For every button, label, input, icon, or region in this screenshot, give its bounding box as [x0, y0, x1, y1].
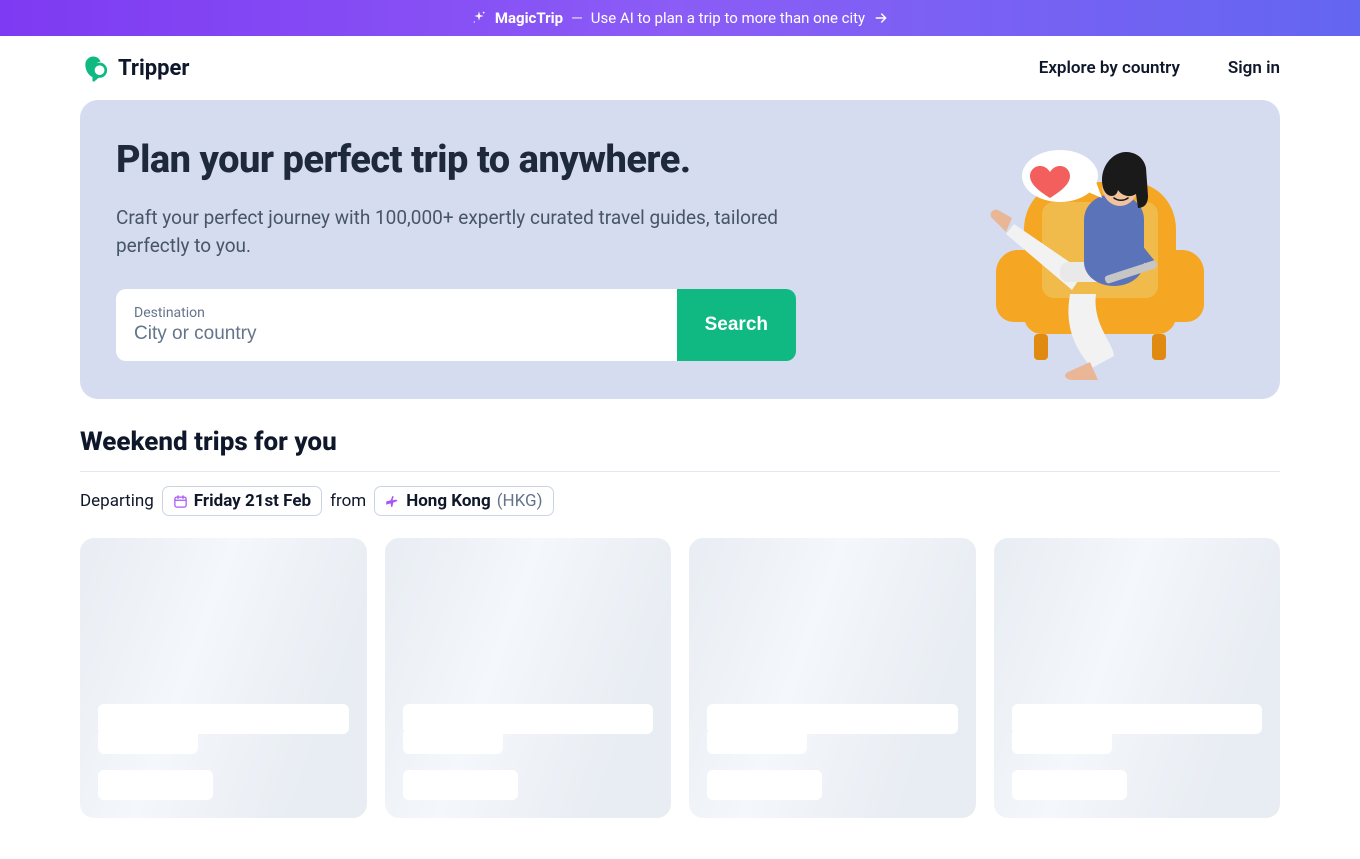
plane-icon [385, 494, 400, 509]
skeleton-line [1012, 732, 1112, 754]
nav-explore[interactable]: Explore by country [1039, 58, 1180, 78]
hero: Plan your perfect trip to anywhere. Craf… [80, 100, 1280, 399]
filter-row: Departing Friday 21st Feb from Hong Kong… [80, 486, 1280, 516]
date-pill[interactable]: Friday 21st Feb [162, 486, 322, 516]
trip-card-skeleton [994, 538, 1281, 818]
search-row: Destination Search [116, 289, 796, 361]
weekend-trips-section: Weekend trips for you Departing Friday 2… [80, 427, 1280, 818]
calendar-icon [173, 494, 188, 509]
banner-text: Use AI to plan a trip to more than one c… [591, 9, 865, 27]
skeleton-line [98, 704, 349, 734]
skeleton-line [707, 704, 958, 734]
skeleton-line [403, 770, 518, 800]
location-code: (HKG) [497, 491, 543, 511]
skeleton-line [707, 732, 807, 754]
banner-separator: — [571, 9, 583, 27]
nav: Explore by country Sign in [1039, 58, 1280, 78]
skeleton-line [1012, 770, 1127, 800]
trip-card-skeleton [80, 538, 367, 818]
destination-label: Destination [134, 305, 659, 321]
date-value: Friday 21st Feb [194, 491, 311, 511]
logo-text: Tripper [118, 56, 189, 81]
skeleton-line [1012, 704, 1263, 734]
destination-field-wrap[interactable]: Destination [116, 289, 677, 361]
destination-input[interactable] [134, 323, 659, 345]
hero-illustration [964, 120, 1244, 380]
skeleton-line [98, 732, 198, 754]
arrow-right-icon [873, 10, 889, 26]
trip-cards [80, 538, 1280, 818]
trip-card-skeleton [689, 538, 976, 818]
search-button[interactable]: Search [677, 289, 796, 361]
departing-label: Departing [80, 491, 154, 511]
trip-card-skeleton [385, 538, 672, 818]
skeleton-line [98, 770, 213, 800]
location-value: Hong Kong [406, 491, 491, 511]
location-pill[interactable]: Hong Kong (HKG) [374, 486, 553, 516]
from-label: from [330, 491, 366, 511]
logo-icon [80, 52, 112, 84]
hero-title: Plan your perfect trip to anywhere. [116, 138, 796, 182]
section-title: Weekend trips for you [80, 427, 1280, 472]
skeleton-line [707, 770, 822, 800]
sparkle-icon [471, 10, 487, 26]
hero-subtitle: Craft your perfect journey with 100,000+… [116, 204, 796, 259]
magictrip-banner[interactable]: MagicTrip — Use AI to plan a trip to mor… [0, 0, 1360, 36]
header: Tripper Explore by country Sign in [80, 36, 1280, 100]
nav-signin[interactable]: Sign in [1228, 58, 1280, 78]
logo[interactable]: Tripper [80, 52, 189, 84]
banner-title: MagicTrip [495, 9, 563, 27]
skeleton-line [403, 732, 503, 754]
skeleton-line [403, 704, 654, 734]
